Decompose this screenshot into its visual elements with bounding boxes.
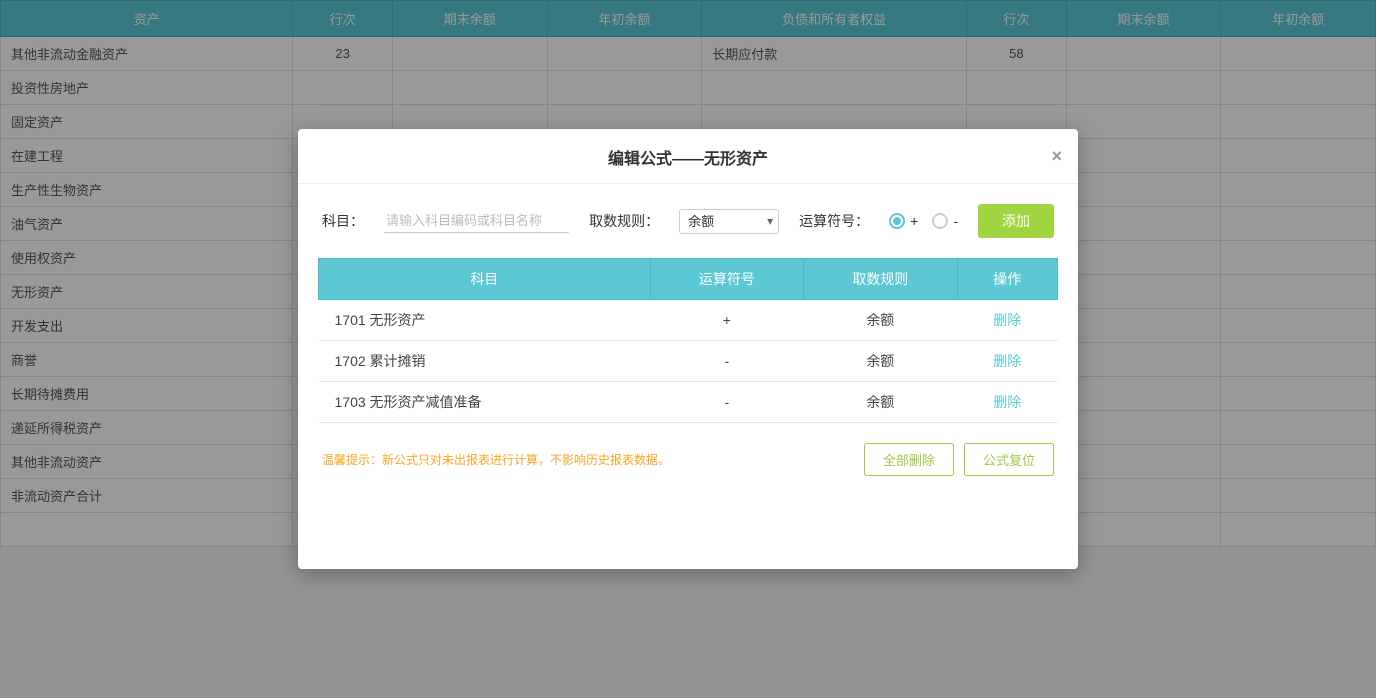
delete-row-button[interactable]: 删除 bbox=[993, 353, 1021, 369]
delete-all-button[interactable]: 全部删除 bbox=[864, 443, 954, 476]
add-button[interactable]: 添加 bbox=[978, 204, 1054, 238]
subject-input[interactable] bbox=[384, 209, 569, 233]
subject-label: 科目： bbox=[322, 211, 364, 231]
dialog-footer: 温馨提示：新公式只对未出报表进行计算，不影响历史报表数据。 全部删除 公式复位 bbox=[298, 423, 1078, 484]
th-action: 操作 bbox=[957, 259, 1057, 300]
formula-rule-cell: 余额 bbox=[804, 382, 957, 423]
operator-plus-label: + bbox=[910, 213, 918, 229]
operator-minus-label: - bbox=[953, 213, 958, 229]
formula-operator-cell: - bbox=[650, 341, 803, 382]
formula-rule-cell: 余额 bbox=[804, 300, 957, 341]
operator-minus-radio[interactable]: - bbox=[932, 213, 958, 229]
th-subject: 科目 bbox=[319, 259, 651, 300]
footer-buttons: 全部删除 公式复位 bbox=[864, 443, 1054, 476]
close-button[interactable]: × bbox=[1051, 147, 1062, 165]
rule-select[interactable]: 余额 借方发生额 贷方发生额 bbox=[679, 209, 779, 234]
operator-plus-radio[interactable]: + bbox=[889, 213, 918, 229]
modal-overlay: 编辑公式——无形资产 × 科目： 取数规则： 余额 借方发生额 贷方发生额 运算… bbox=[0, 0, 1376, 698]
formula-operator-cell: + bbox=[650, 300, 803, 341]
formula-operator-cell: - bbox=[650, 382, 803, 423]
formula-table-wrap: 科目 运算符号 取数规则 操作 1701 无形资产 + 余额 删除 1702 累… bbox=[298, 258, 1078, 423]
dialog-header: 编辑公式——无形资产 × bbox=[298, 129, 1078, 184]
operator-radio-group: + - bbox=[889, 213, 958, 229]
th-rule: 取数规则 bbox=[804, 259, 957, 300]
form-row: 科目： 取数规则： 余额 借方发生额 贷方发生额 运算符号： + - bbox=[298, 184, 1078, 258]
dialog-title: 编辑公式——无形资产 bbox=[608, 151, 768, 168]
th-operator: 运算符号 bbox=[650, 259, 803, 300]
table-header-row: 科目 运算符号 取数规则 操作 bbox=[319, 259, 1058, 300]
edit-formula-dialog: 编辑公式——无形资产 × 科目： 取数规则： 余额 借方发生额 贷方发生额 运算… bbox=[298, 129, 1078, 569]
table-row: 1701 无形资产 + 余额 删除 bbox=[319, 300, 1058, 341]
delete-row-button[interactable]: 删除 bbox=[993, 312, 1021, 328]
radio-plus-circle bbox=[889, 213, 905, 229]
footer-tip: 温馨提示：新公式只对未出报表进行计算，不影响历史报表数据。 bbox=[322, 451, 670, 468]
radio-minus-circle bbox=[932, 213, 948, 229]
formula-rule-cell: 余额 bbox=[804, 341, 957, 382]
table-row: 1702 累计摊销 - 余额 删除 bbox=[319, 341, 1058, 382]
formula-subject-cell: 1701 无形资产 bbox=[319, 300, 651, 341]
rule-label: 取数规则： bbox=[589, 211, 659, 231]
formula-action-cell: 删除 bbox=[957, 382, 1057, 423]
rule-select-wrapper: 余额 借方发生额 贷方发生额 bbox=[679, 209, 779, 234]
formula-table: 科目 运算符号 取数规则 操作 1701 无形资产 + 余额 删除 1702 累… bbox=[318, 258, 1058, 423]
formula-action-cell: 删除 bbox=[957, 341, 1057, 382]
operator-label: 运算符号： bbox=[799, 211, 869, 231]
reset-formula-button[interactable]: 公式复位 bbox=[964, 443, 1054, 476]
formula-action-cell: 删除 bbox=[957, 300, 1057, 341]
formula-subject-cell: 1702 累计摊销 bbox=[319, 341, 651, 382]
formula-subject-cell: 1703 无形资产减值准备 bbox=[319, 382, 651, 423]
table-row: 1703 无形资产减值准备 - 余额 删除 bbox=[319, 382, 1058, 423]
delete-row-button[interactable]: 删除 bbox=[993, 394, 1021, 410]
